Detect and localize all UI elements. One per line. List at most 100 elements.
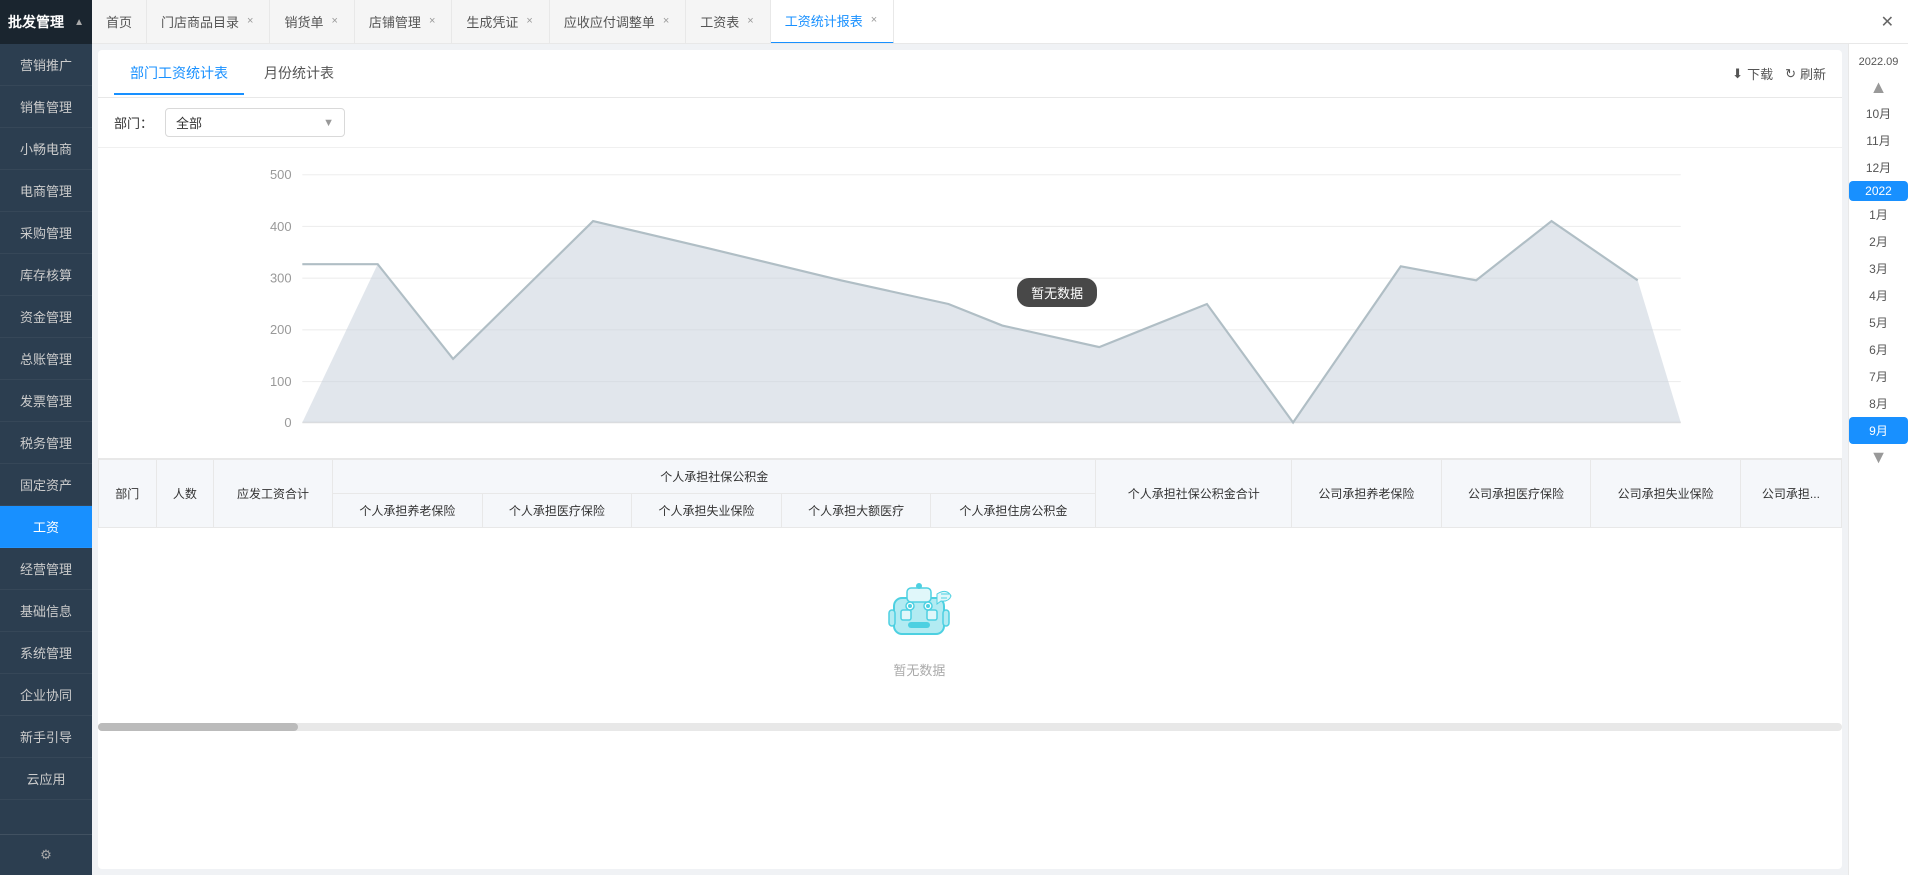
chart-svg: 500 400 300 200 100 0 bbox=[114, 164, 1826, 444]
empty-state: 暂无数据 bbox=[99, 528, 1741, 719]
sidebar-title: 批发管理 bbox=[8, 12, 64, 32]
table-header-dept: 部门 bbox=[99, 460, 157, 528]
tab-close-store-catalog[interactable]: × bbox=[245, 14, 255, 29]
filter-dept-value: 全部 bbox=[176, 113, 202, 132]
sub-tab-month-stats[interactable]: 月份统计表 bbox=[248, 53, 350, 95]
timeline-item-9month[interactable]: 9月 bbox=[1849, 417, 1908, 444]
table-header-company-pension: 公司承担养老保险 bbox=[1292, 460, 1442, 528]
sidebar-item-purchase[interactable]: 采购管理 bbox=[0, 212, 92, 254]
sidebar-arrow-icon: ▲ bbox=[74, 17, 84, 28]
sidebar-item-tax[interactable]: 税务管理 bbox=[0, 422, 92, 464]
timeline-item-8month[interactable]: 8月 bbox=[1849, 390, 1908, 417]
table-header-personal-insurance: 个人承担社保公积金 bbox=[333, 460, 1096, 494]
sidebar-settings-button[interactable]: ⚙ bbox=[0, 834, 92, 875]
sidebar-item-sales[interactable]: 销售管理 bbox=[0, 86, 92, 128]
timeline-item-3month[interactable]: 3月 bbox=[1849, 255, 1908, 282]
chart-area: 500 400 300 200 100 0 暂无数据 bbox=[98, 148, 1842, 458]
tab-store-catalog[interactable]: 门店商品目录 × bbox=[147, 0, 270, 44]
refresh-icon: ↻ bbox=[1785, 66, 1796, 82]
tab-receivable[interactable]: 应收应付调整单 × bbox=[550, 0, 686, 44]
sidebar-item-finance[interactable]: 资金管理 bbox=[0, 296, 92, 338]
table-header-company-unemployment: 公司承担失业保险 bbox=[1591, 460, 1741, 528]
sidebar-item-guide[interactable]: 新手引导 bbox=[0, 716, 92, 758]
sidebar-item-enterprise[interactable]: 企业协同 bbox=[0, 674, 92, 716]
timeline-nav-up[interactable]: ▲ bbox=[1866, 74, 1892, 100]
sidebar-item-cloud[interactable]: 云应用 bbox=[0, 758, 92, 800]
sidebar-item-assets[interactable]: 固定资产 bbox=[0, 464, 92, 506]
sidebar-item-operations[interactable]: 经营管理 bbox=[0, 548, 92, 590]
content-area: 部门工资统计表月份统计表 ⬇ 下载 ↻ 刷新 部门： 全部 ▼ bbox=[92, 44, 1908, 875]
timeline-item-2022[interactable]: 2022 bbox=[1849, 181, 1908, 201]
tab-close-receivable[interactable]: × bbox=[661, 14, 671, 29]
refresh-button[interactable]: ↻ 刷新 bbox=[1785, 64, 1826, 83]
scrollbar-thumb[interactable] bbox=[98, 723, 298, 731]
tab-label-store-manage: 店铺管理 bbox=[369, 12, 421, 31]
tab-close-voucher[interactable]: × bbox=[524, 14, 534, 29]
sidebar-item-invoice[interactable]: 发票管理 bbox=[0, 380, 92, 422]
timeline-item-10month[interactable]: 10月 bbox=[1849, 100, 1908, 127]
timeline-item-1month[interactable]: 1月 bbox=[1849, 201, 1908, 228]
table-header-personal-total: 个人承担社保公积金合计 bbox=[1096, 460, 1292, 528]
sidebar-item-marketing[interactable]: 营销推广 bbox=[0, 44, 92, 86]
table-area[interactable]: 部门 人数 应发工资合计 个人承担社保公积金 个人承担社保公积金合计 公司承担养… bbox=[98, 458, 1842, 869]
tab-label-salary-table: 工资表 bbox=[700, 12, 739, 31]
timeline-nav-down[interactable]: ▼ bbox=[1866, 444, 1892, 470]
table-header-personal-unemployment: 个人承担失业保险 bbox=[632, 494, 782, 528]
download-label: 下载 bbox=[1747, 64, 1773, 83]
data-table: 部门 人数 应发工资合计 个人承担社保公积金 个人承担社保公积金合计 公司承担养… bbox=[98, 459, 1842, 719]
tab-salary-report[interactable]: 工资统计报表× bbox=[771, 0, 894, 44]
tab-close-sales-order[interactable]: × bbox=[329, 14, 339, 29]
sidebar-item-basic[interactable]: 基础信息 bbox=[0, 590, 92, 632]
sidebar-item-inventory[interactable]: 库存核算 bbox=[0, 254, 92, 296]
sub-tab-bar: 部门工资统计表月份统计表 ⬇ 下载 ↻ 刷新 bbox=[98, 50, 1842, 98]
table-header-count: 人数 bbox=[156, 460, 214, 528]
sidebar: 批发管理 ▲ 营销推广销售管理小畅电商电商管理采购管理库存核算资金管理总账管理发… bbox=[0, 0, 92, 875]
table-header-personal-medical: 个人承担医疗保险 bbox=[482, 494, 632, 528]
download-button[interactable]: ⬇ 下载 bbox=[1732, 64, 1773, 83]
tab-label-home: 首页 bbox=[106, 12, 132, 31]
table-header-total: 应发工资合计 bbox=[214, 460, 333, 528]
timeline-item-2month[interactable]: 2月 bbox=[1849, 228, 1908, 255]
svg-text:0: 0 bbox=[284, 415, 291, 430]
tab-label-receivable: 应收应付调整单 bbox=[564, 12, 655, 31]
tab-voucher[interactable]: 生成凭证 × bbox=[452, 0, 549, 44]
timeline-item-6month[interactable]: 6月 bbox=[1849, 336, 1908, 363]
sidebar-item-ecommerce-small[interactable]: 小畅电商 bbox=[0, 128, 92, 170]
filter-bar: 部门： 全部 ▼ bbox=[98, 98, 1842, 148]
timeline-panel: 2022.09 ▲ 10月11月12月20221月2月3月4月5月6月7月8月9… bbox=[1848, 44, 1908, 875]
empty-text: 暂无数据 bbox=[893, 660, 945, 679]
sidebar-item-ecommerce[interactable]: 电商管理 bbox=[0, 170, 92, 212]
sidebar-item-salary[interactable]: 工资 bbox=[0, 506, 92, 548]
tab-label-store-catalog: 门店商品目录 bbox=[161, 12, 239, 31]
refresh-label: 刷新 bbox=[1800, 64, 1826, 83]
tab-close-salary-table[interactable]: × bbox=[745, 14, 755, 29]
timeline-item-5month[interactable]: 5月 bbox=[1849, 309, 1908, 336]
sub-tab-actions: ⬇ 下载 ↻ 刷新 bbox=[1732, 64, 1826, 83]
svg-text:200: 200 bbox=[270, 322, 292, 337]
table-header-personal-major-medical: 个人承担大额医疗 bbox=[781, 494, 931, 528]
tab-home[interactable]: 首页 bbox=[92, 0, 147, 44]
sidebar-header[interactable]: 批发管理 ▲ bbox=[0, 0, 92, 44]
tab-salary-table[interactable]: 工资表 × bbox=[686, 0, 770, 44]
horizontal-scrollbar[interactable] bbox=[98, 723, 1842, 731]
timeline-item-11month[interactable]: 11月 bbox=[1849, 127, 1908, 154]
tab-label-sales-order: 销货单 bbox=[284, 12, 323, 31]
sidebar-item-ledger[interactable]: 总账管理 bbox=[0, 338, 92, 380]
tab-bar-close-button[interactable]: ✕ bbox=[1875, 8, 1900, 36]
tab-close-salary-report[interactable]: × bbox=[869, 13, 879, 28]
tab-sales-order[interactable]: 销货单 × bbox=[270, 0, 354, 44]
svg-text:300: 300 bbox=[270, 270, 292, 285]
sub-tab-dept-stats[interactable]: 部门工资统计表 bbox=[114, 53, 244, 95]
tab-close-store-manage[interactable]: × bbox=[427, 14, 437, 29]
timeline-item-12month[interactable]: 12月 bbox=[1849, 154, 1908, 181]
filter-dept-select[interactable]: 全部 ▼ bbox=[165, 108, 345, 137]
tab-store-manage[interactable]: 店铺管理 × bbox=[355, 0, 452, 44]
tab-bar-end: ✕ bbox=[1875, 8, 1908, 36]
timeline-item-4month[interactable]: 4月 bbox=[1849, 282, 1908, 309]
empty-icon bbox=[879, 568, 959, 648]
timeline-item-7month[interactable]: 7月 bbox=[1849, 363, 1908, 390]
tab-label-voucher: 生成凭证 bbox=[466, 12, 518, 31]
svg-text:400: 400 bbox=[270, 219, 292, 234]
sidebar-item-system[interactable]: 系统管理 bbox=[0, 632, 92, 674]
filter-dept-label: 部门： bbox=[114, 113, 153, 132]
